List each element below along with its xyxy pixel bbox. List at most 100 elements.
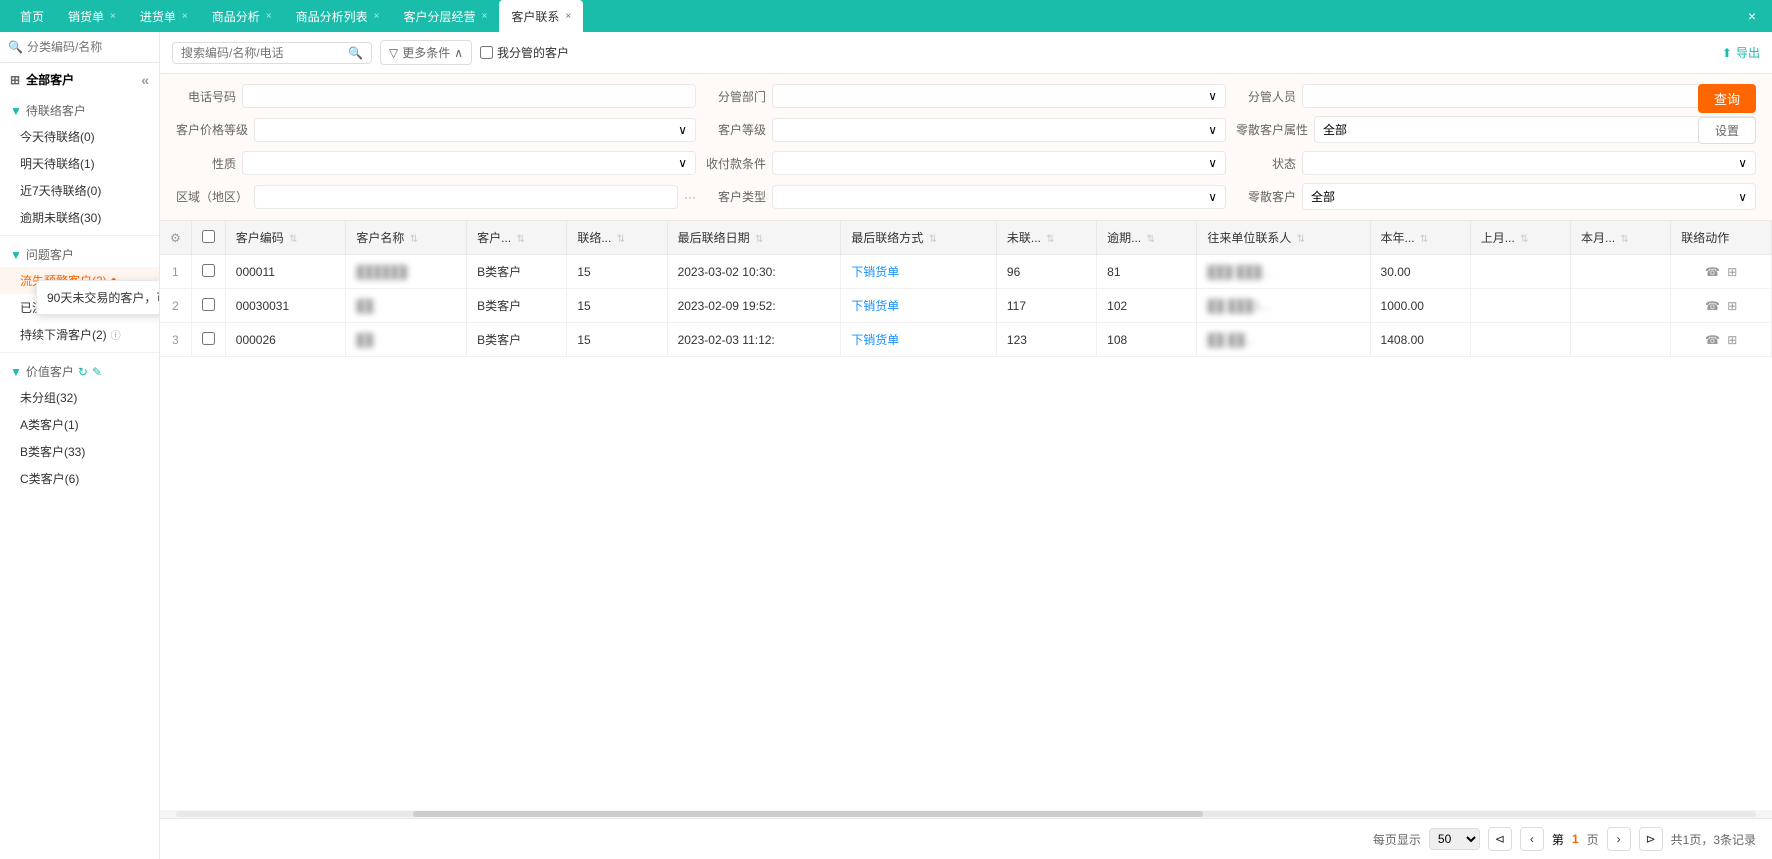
sidebar-item-tomorrow[interactable]: 明天待联络(1) (0, 150, 159, 177)
contact-icon[interactable]: ☎ (1705, 333, 1720, 347)
contact-icon[interactable]: ☎ (1705, 299, 1720, 313)
row-checkbox-cell[interactable] (191, 289, 225, 323)
col-contact[interactable]: 联络... ⇅ (567, 221, 667, 255)
per-page-select[interactable]: 50 100 200 (1429, 828, 1480, 850)
row-last-method[interactable]: 下销货单 (841, 255, 997, 289)
filter-payment: 收付款条件 ∨ (706, 151, 1226, 175)
row-checkbox[interactable] (202, 264, 215, 277)
filter-manager-input[interactable] (1302, 84, 1738, 108)
row-last-method[interactable]: 下销货单 (841, 323, 997, 357)
next-page-btn[interactable]: › (1607, 827, 1631, 851)
filter-price-level-select[interactable]: ∨ (254, 118, 696, 142)
contact-icon[interactable]: ☎ (1705, 265, 1720, 279)
close-purchase-order[interactable]: × (182, 11, 188, 22)
nav-customer-layer[interactable]: 客户分层经营 × (391, 0, 499, 32)
col-overdue[interactable]: 逾期... ⇅ (1097, 221, 1197, 255)
row-action-icons[interactable]: ☎ ⊞ (1671, 255, 1772, 289)
filter-payment-select[interactable]: ∨ (772, 151, 1226, 175)
nav-purchase-order[interactable]: 进货单 × (128, 0, 200, 32)
filter-status-select[interactable]: ∨ (1302, 151, 1756, 175)
filter-region-input[interactable] (254, 185, 678, 209)
filter-dots-region[interactable]: ··· (684, 190, 696, 204)
col-settings[interactable]: ⚙ (160, 221, 191, 255)
more-icon[interactable]: ⊞ (1727, 299, 1737, 313)
my-customers-check[interactable] (480, 46, 493, 59)
filter-customer-type-select[interactable]: ∨ (772, 185, 1226, 209)
close-product-analysis[interactable]: × (266, 11, 272, 22)
sidebar-item-declining[interactable]: 持续下滑客户(2) ⓘ (0, 321, 159, 348)
col-last-date[interactable]: 最后联络日期 ⇅ (667, 221, 841, 255)
nav-product-analysis[interactable]: 商品分析 × (200, 0, 284, 32)
close-customer-contact[interactable]: × (565, 11, 571, 22)
first-page-btn[interactable]: ⊲ (1488, 827, 1512, 851)
filter-customer-level-select[interactable]: ∨ (772, 118, 1226, 142)
my-customers-checkbox[interactable]: 我分管的客户 (480, 44, 569, 61)
row-type: B类客户 (467, 323, 567, 357)
filter-retail-customer-select[interactable]: 全部 ∨ (1302, 183, 1756, 210)
col-last-month[interactable]: 上月... ⇅ (1470, 221, 1570, 255)
horizontal-scrollbar[interactable] (160, 810, 1772, 818)
filter-retail-attr-select[interactable]: 全部 ∨ (1314, 116, 1756, 143)
sidebar-item-class-a[interactable]: A类客户(1) (0, 411, 159, 438)
refresh-icon[interactable]: ↻ (78, 365, 88, 379)
row-checkbox[interactable] (202, 298, 215, 311)
col-type[interactable]: 客户... ⇅ (467, 221, 567, 255)
more-icon[interactable]: ⊞ (1727, 333, 1737, 347)
settings-button[interactable]: 设置 (1698, 117, 1756, 144)
more-icon[interactable]: ⊞ (1727, 265, 1737, 279)
chevron-down-icon-2: ∨ (678, 123, 687, 137)
row-action-icons[interactable]: ☎ ⊞ (1671, 289, 1772, 323)
col-checkbox[interactable] (191, 221, 225, 255)
more-conditions-button[interactable]: ▽ 更多条件 ∧ (380, 40, 472, 65)
sidebar-item-class-c[interactable]: C类客户(6) (0, 465, 159, 492)
search-input[interactable] (181, 46, 344, 60)
filter-nature-select[interactable]: ∨ (242, 151, 696, 175)
all-customers-header[interactable]: ⊞ 全部客户 « (0, 63, 159, 96)
close-sales-order[interactable]: × (110, 11, 116, 22)
sidebar-group-waiting[interactable]: ▼ 待联络客户 (0, 96, 159, 123)
row-checkbox-cell[interactable] (191, 255, 225, 289)
filter-price-level: 客户价格等级 ∨ (176, 116, 696, 143)
chevron-down-icon-8: ∨ (1208, 190, 1217, 204)
sidebar-item-today[interactable]: 今天待联络(0) (0, 123, 159, 150)
total-pages-label: 页 (1587, 831, 1599, 848)
sidebar-item-week[interactable]: 近7天待联络(0) (0, 177, 159, 204)
sidebar-item-ungrouped[interactable]: 未分组(32) (0, 384, 159, 411)
window-close-button[interactable]: × (1740, 8, 1764, 24)
sidebar-item-class-b[interactable]: B类客户(33) (0, 438, 159, 465)
edit-icon[interactable]: ✎ (92, 365, 102, 379)
col-this-year[interactable]: 本年... ⇅ (1370, 221, 1470, 255)
row-action-icons[interactable]: ☎ ⊞ (1671, 323, 1772, 357)
export-button[interactable]: ⬆ 导出 (1722, 44, 1760, 61)
col-last-method[interactable]: 最后联络方式 ⇅ (841, 221, 997, 255)
row-last-method[interactable]: 下销货单 (841, 289, 997, 323)
row-checkbox-cell[interactable] (191, 323, 225, 357)
close-product-analysis-list[interactable]: × (374, 11, 380, 22)
nav-customer-contact[interactable]: 客户联系 × (499, 0, 583, 32)
col-liaison[interactable]: 往来单位联系人 ⇅ (1197, 221, 1370, 255)
nav-sales-order[interactable]: 销货单 × (56, 0, 128, 32)
row-overdue: 108 (1097, 323, 1197, 357)
prev-page-btn[interactable]: ‹ (1520, 827, 1544, 851)
search-icon[interactable]: 🔍 (348, 46, 363, 60)
sidebar-group-problem[interactable]: ▼ 问题客户 (0, 240, 159, 267)
col-uncontacted[interactable]: 未联... ⇅ (996, 221, 1096, 255)
nav-product-analysis-list[interactable]: 商品分析列表 × (284, 0, 392, 32)
filter-dept-select[interactable]: ∨ (772, 84, 1226, 108)
filter-phone-input[interactable] (242, 84, 696, 108)
sort-icon-contact: ⇅ (617, 234, 625, 245)
col-code[interactable]: 客户编码 ⇅ (225, 221, 346, 255)
close-customer-layer[interactable]: × (481, 11, 487, 22)
sidebar-search-input[interactable] (27, 40, 160, 54)
scroll-thumb[interactable] (413, 811, 1203, 817)
sidebar-divider-1 (0, 235, 159, 236)
nav-home[interactable]: 首页 (8, 0, 56, 32)
last-page-btn[interactable]: ⊳ (1639, 827, 1663, 851)
query-button[interactable]: 查询 (1698, 84, 1756, 113)
row-checkbox[interactable] (202, 332, 215, 345)
col-name[interactable]: 客户名称 ⇅ (346, 221, 467, 255)
sidebar-item-overdue[interactable]: 逾期未联络(30) (0, 204, 159, 231)
col-this-month[interactable]: 本月... ⇅ (1571, 221, 1671, 255)
sidebar-group-value[interactable]: ▼ 价值客户 ↻ ✎ (0, 357, 159, 384)
select-all-checkbox[interactable] (202, 230, 215, 243)
